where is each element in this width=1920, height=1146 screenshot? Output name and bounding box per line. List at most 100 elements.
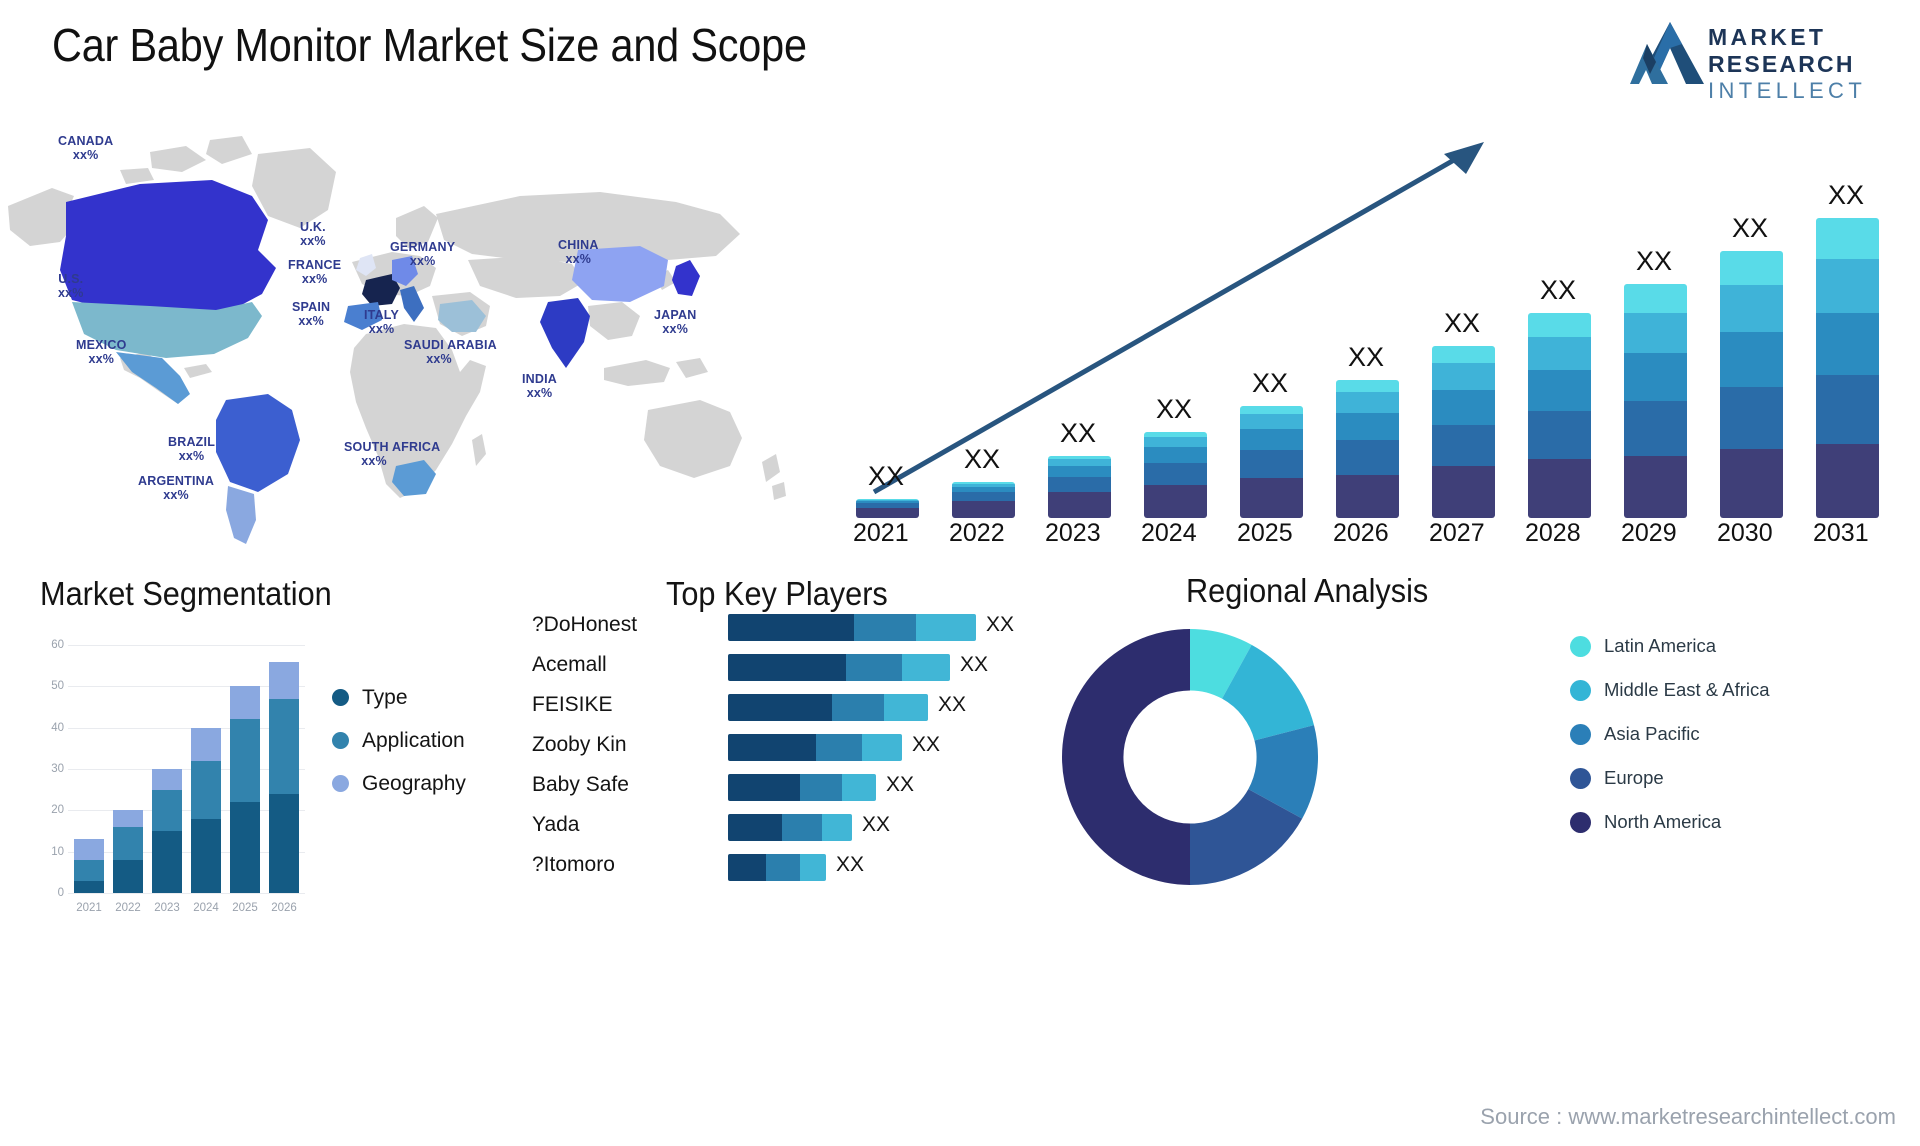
regional-legend-item[interactable]: North America — [1570, 811, 1900, 833]
segmentation-bar-segment — [191, 727, 221, 761]
regional-legend-item[interactable]: Europe — [1570, 767, 1900, 789]
map-label-uk: U.K. xx% — [300, 220, 326, 248]
map-country-mexico — [116, 352, 190, 404]
segmentation-bar-segment — [269, 698, 299, 794]
legend-dot-icon — [1570, 636, 1591, 657]
segmentation-bar-segment — [230, 802, 260, 893]
growth-axis-year: 2029 — [1621, 519, 1677, 547]
market-segmentation-title: Market Segmentation — [40, 575, 332, 612]
segmentation-y-tick: 20 — [51, 804, 64, 817]
map-label-brazil: BRAZIL xx% — [168, 435, 216, 463]
player-bar — [728, 694, 928, 721]
player-bar-segment — [728, 774, 800, 801]
regional-legend-item[interactable]: Latin America — [1570, 635, 1900, 657]
segmentation-x-tick: 2026 — [271, 902, 297, 914]
growth-axis-year: 2022 — [949, 519, 1005, 547]
regional-analysis-chart: Latin America Middle East & Africa Asia Pa… — [1060, 565, 1920, 925]
growth-axis-year: 2028 — [1525, 519, 1581, 547]
player-bar-segment — [766, 854, 800, 881]
player-bar-segment — [822, 814, 852, 841]
growth-bar-segment — [1624, 352, 1687, 401]
segmentation-bar-segment — [152, 789, 182, 831]
map-label-japan: JAPAN xx% — [654, 308, 697, 336]
growth-bar — [1432, 345, 1495, 518]
growth-axis-year: 2027 — [1429, 519, 1485, 547]
segmentation-legend-item[interactable]: Geography — [332, 762, 466, 805]
growth-bar-segment — [1624, 312, 1687, 353]
player-bar-value: XX — [912, 733, 941, 756]
growth-bar-segment — [1240, 429, 1303, 450]
growth-bar-segment — [1816, 443, 1879, 518]
growth-bar-segment — [1432, 390, 1495, 425]
growth-bar-segment — [1144, 485, 1207, 518]
growth-bar — [1336, 380, 1399, 518]
growth-bar-segment — [1048, 459, 1111, 467]
regional-legend-label: Latin America — [1604, 635, 1717, 656]
player-bar-segment — [884, 694, 928, 721]
segmentation-bar — [230, 686, 260, 893]
segmentation-bar-segment — [152, 769, 182, 790]
growth-bar-chart: XX 2021 XX 2022 XX 2023 XX 2024 XX 2025 XX 2026 XX 20… — [836, 120, 1920, 547]
player-bar-segment — [800, 854, 826, 881]
regional-legend-item[interactable]: Middle East & Africa — [1570, 679, 1900, 701]
world-map-svg — [8, 136, 786, 544]
player-bar-segment — [846, 654, 902, 681]
brand-logo: MARKET RESEARCH INTELLECT — [1630, 18, 1900, 104]
player-bar — [728, 814, 852, 841]
growth-axis-year: 2025 — [1237, 519, 1293, 547]
segmentation-y-tick: 40 — [51, 721, 64, 734]
growth-bar-segment — [1048, 466, 1111, 477]
growth-bar-segment — [1816, 218, 1879, 260]
growth-bar-segment — [1240, 405, 1303, 414]
player-bar-segment — [832, 694, 884, 721]
player-bar-segment — [800, 774, 842, 801]
growth-bar-segment — [1624, 283, 1687, 313]
growth-bar-segment — [1336, 474, 1399, 518]
growth-bar-segment — [1816, 374, 1879, 444]
segmentation-bar — [269, 661, 299, 893]
logo-line-research: RESEARCH — [1708, 51, 1855, 77]
segmentation-legend-item[interactable]: Application — [332, 719, 466, 762]
player-bar — [728, 854, 826, 881]
map-label-saudi-arabia: SAUDI ARABIA xx% — [404, 338, 497, 366]
logo-line-market: MARKET — [1708, 24, 1827, 50]
segmentation-bar-segment — [230, 686, 260, 720]
segmentation-bar — [74, 839, 104, 893]
segmentation-bar-segment — [113, 859, 143, 893]
regional-legend-label: Asia Pacific — [1604, 723, 1700, 744]
segmentation-y-tick: 0 — [57, 887, 64, 899]
growth-bar-value: XX — [1540, 274, 1577, 305]
player-bar — [728, 734, 902, 761]
donut-slice[interactable] — [1062, 629, 1190, 885]
player-name: ?Itomoro — [532, 853, 615, 876]
segmentation-bar-segment — [152, 831, 182, 893]
growth-bar-value: XX — [1156, 393, 1193, 424]
segmentation-y-tick: 50 — [51, 680, 64, 693]
player-bar — [728, 774, 876, 801]
player-bar-segment — [728, 814, 782, 841]
market-segmentation-legend: Type Application Geography — [332, 676, 466, 805]
top-key-players-chart: ?DoHonest XX Acemall XX FEISIKE XX Zooby Kin XX… — [520, 565, 1120, 905]
regional-legend-item[interactable]: Asia Pacific — [1570, 723, 1900, 745]
growth-bar-segment — [1240, 449, 1303, 479]
growth-bar-segment — [1432, 424, 1495, 467]
growth-bar-value: XX — [1348, 342, 1385, 373]
segmentation-legend-item[interactable]: Type — [332, 676, 466, 719]
growth-bar — [1624, 283, 1687, 518]
growth-bar — [1144, 431, 1207, 518]
growth-bar-segment — [1336, 392, 1399, 413]
growth-bar-value: XX — [1444, 307, 1481, 338]
segmentation-bar-segment — [74, 859, 104, 881]
player-bar-value: XX — [862, 813, 891, 836]
player-bar-segment — [728, 854, 766, 881]
legend-dot-icon — [332, 732, 349, 749]
player-name: ?DoHonest — [532, 613, 638, 636]
growth-bar-value: XX — [1636, 245, 1673, 276]
growth-axis-year: 2031 — [1813, 519, 1869, 547]
player-bar-value: XX — [938, 693, 967, 716]
growth-bar-segment — [1528, 459, 1591, 518]
growth-bar-value: XX — [868, 461, 905, 492]
growth-bar-value: XX — [1828, 180, 1865, 210]
player-bar-value: XX — [960, 653, 989, 676]
growth-bar-segment — [1528, 337, 1591, 370]
